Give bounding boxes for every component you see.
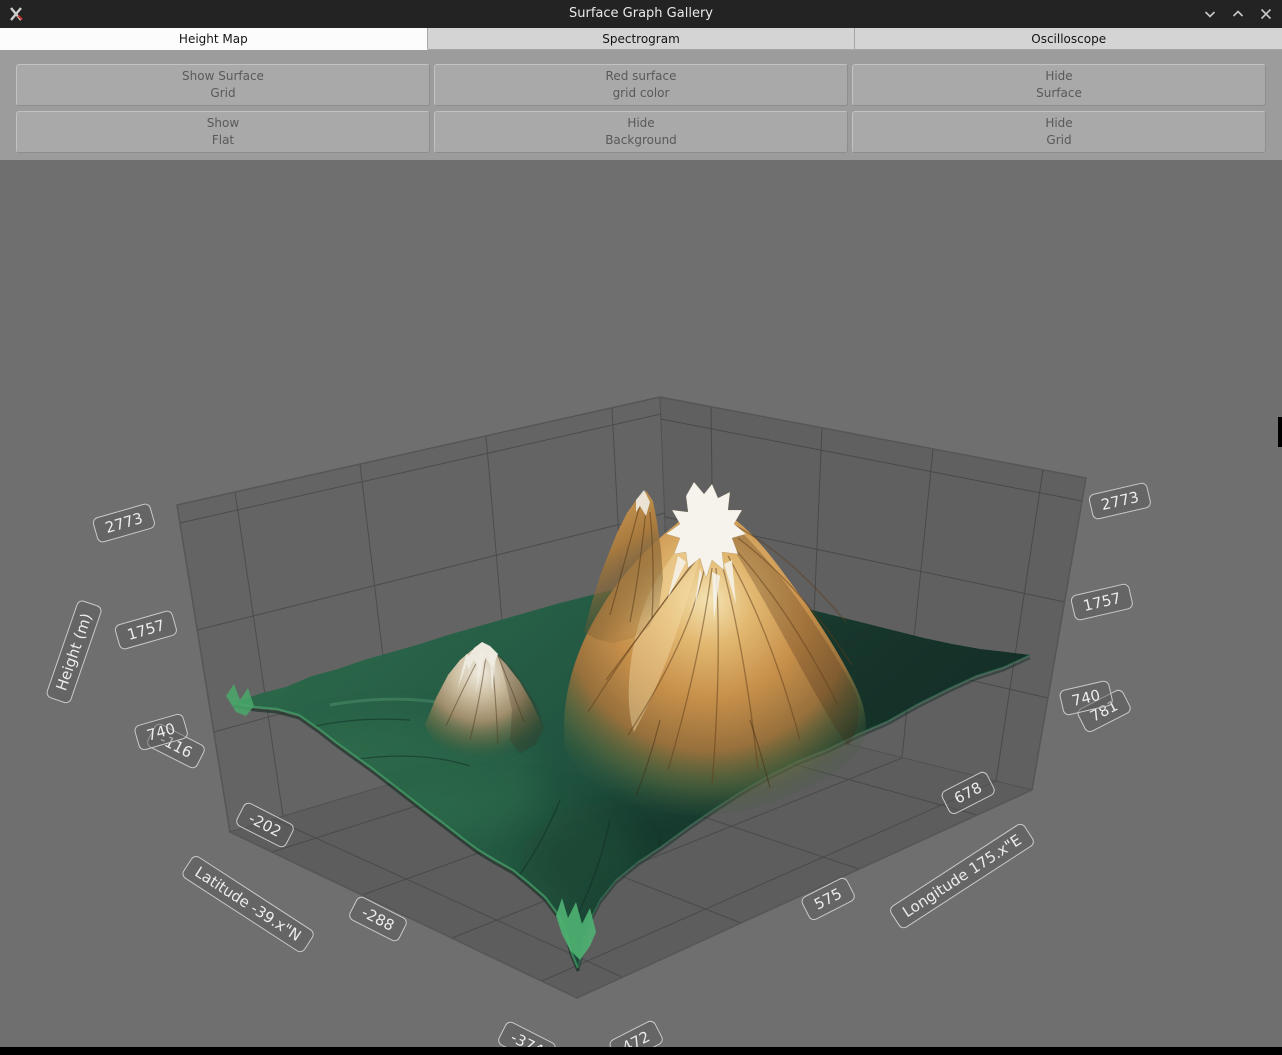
tab-spectrogram[interactable]: Spectrogram bbox=[428, 28, 856, 50]
window-title: Surface Graph Gallery bbox=[0, 0, 1282, 28]
chevron-up-icon bbox=[1229, 5, 1247, 23]
right-edge-notch bbox=[1278, 417, 1282, 447]
unshade-button[interactable] bbox=[1228, 4, 1248, 24]
surface-plot[interactable]: Height (m) 2773 1757 -116 740 -202 -288 … bbox=[0, 160, 1282, 1055]
show-surface-grid-button[interactable]: Show Surface Grid bbox=[16, 64, 430, 106]
surface-grid-color-button[interactable]: Red surface grid color bbox=[434, 64, 848, 106]
titlebar: Surface Graph Gallery bbox=[0, 0, 1282, 28]
window-controls bbox=[1200, 0, 1276, 28]
tabbar: Height Map Spectrogram Oscilloscope bbox=[0, 28, 1282, 50]
hide-grid-button[interactable]: Hide Grid bbox=[852, 111, 1266, 153]
button-label: Show bbox=[207, 115, 239, 132]
button-label: Hide bbox=[1045, 115, 1072, 132]
hide-background-button[interactable]: Hide Background bbox=[434, 111, 848, 153]
button-label: Hide bbox=[1045, 68, 1072, 85]
button-label: Surface bbox=[1036, 85, 1082, 102]
close-button[interactable] bbox=[1256, 4, 1276, 24]
control-panel: Show Surface Grid Red surface grid color… bbox=[0, 50, 1282, 160]
bottom-black-bar bbox=[0, 1047, 1282, 1055]
show-flat-button[interactable]: Show Flat bbox=[16, 111, 430, 153]
chevron-down-icon bbox=[1201, 5, 1219, 23]
button-label: Show Surface bbox=[182, 68, 264, 85]
hide-surface-button[interactable]: Hide Surface bbox=[852, 64, 1266, 106]
tab-height-map[interactable]: Height Map bbox=[0, 28, 428, 50]
tab-oscilloscope[interactable]: Oscilloscope bbox=[855, 28, 1282, 50]
button-label: Grid bbox=[1046, 132, 1071, 149]
button-label: grid color bbox=[613, 85, 670, 102]
shade-button[interactable] bbox=[1200, 4, 1220, 24]
close-icon bbox=[1257, 5, 1275, 23]
button-label: Hide bbox=[627, 115, 654, 132]
button-label: Grid bbox=[210, 85, 235, 102]
button-label: Flat bbox=[212, 132, 234, 149]
button-label: Background bbox=[605, 132, 677, 149]
button-label: Red surface bbox=[606, 68, 677, 85]
